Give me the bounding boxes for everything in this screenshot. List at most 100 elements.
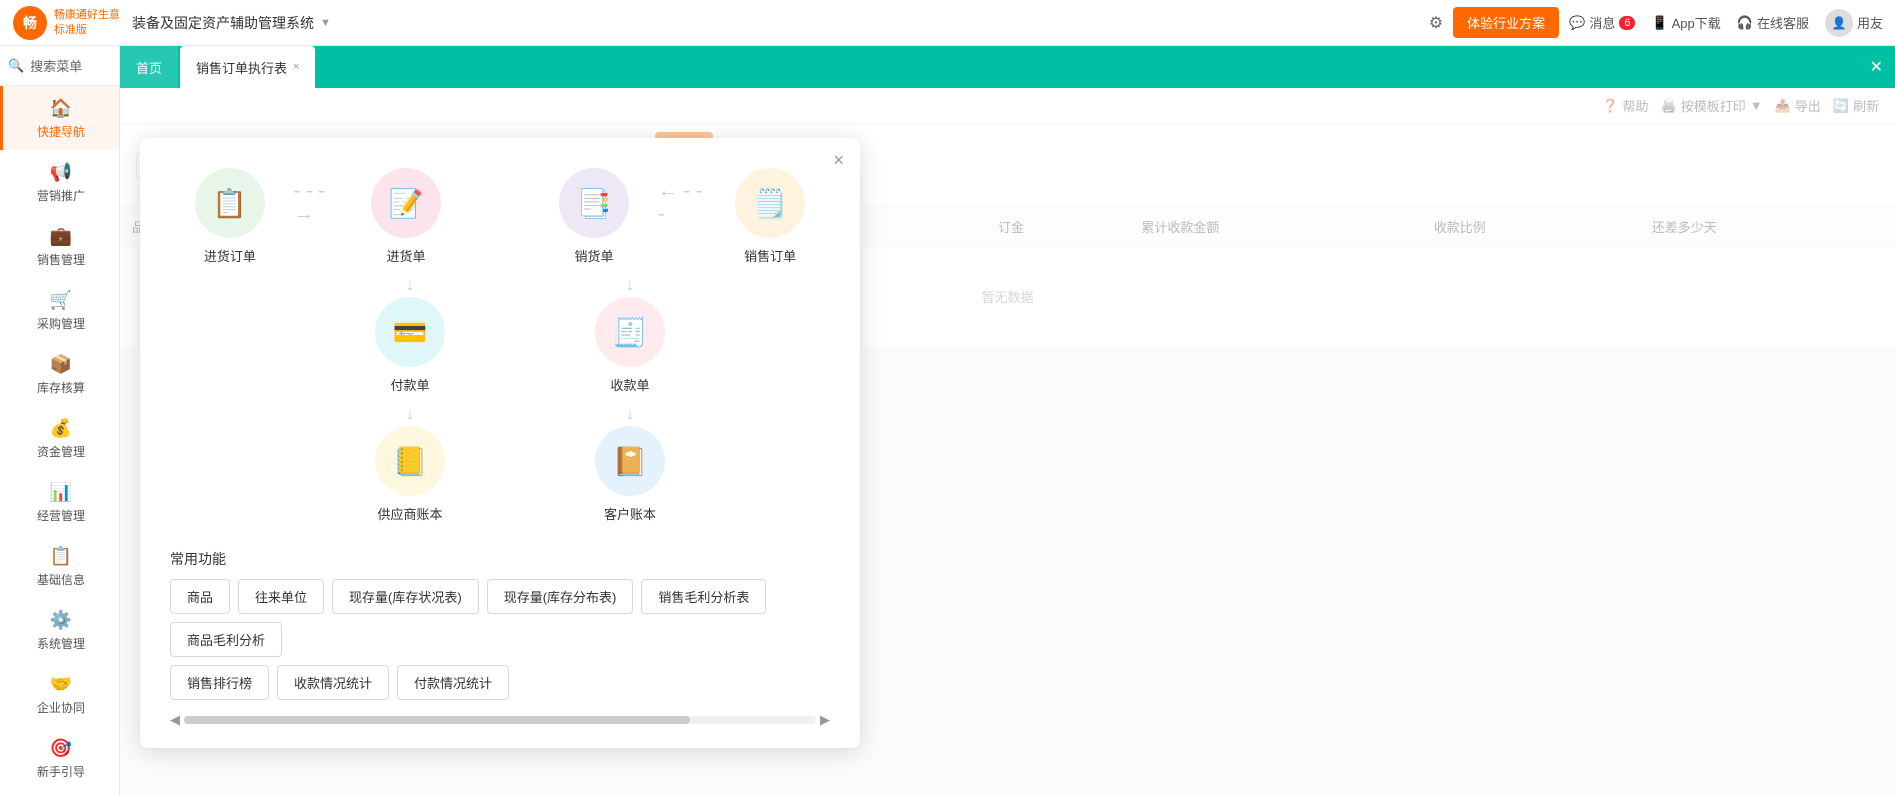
home-icon: 🏠 <box>50 98 72 119</box>
marketing-icon: 📢 <box>50 162 72 183</box>
arrow-down-payment: ↓ <box>340 277 480 295</box>
close-window-icon[interactable]: ✕ <box>1870 57 1883 77</box>
sidebar-item-sales[interactable]: 💼 销售管理 <box>0 214 119 278</box>
tab-home[interactable]: 首页 <box>120 46 178 88</box>
func-btn-product-profit[interactable]: 商品毛利分析 <box>170 622 282 657</box>
app-download-button[interactable]: 📱 App下载 <box>1651 13 1720 32</box>
receipt-label: 收款单 <box>610 375 649 394</box>
receipt-icon: 🧾 <box>613 316 648 349</box>
sidebar-item-inventory[interactable]: 📦 库存核算 <box>0 342 119 406</box>
arrow-down-row-2: ↓ ↓ <box>170 404 830 426</box>
sale-bill-icon: 📑 <box>577 187 612 220</box>
scrollbar-thumb <box>184 716 690 724</box>
payment-circle: 💳 <box>375 297 445 367</box>
arrow-down-customer: ↓ <box>560 406 700 424</box>
trial-button[interactable]: 体验行业方案 <box>1453 7 1559 38</box>
flow-node-sale-order[interactable]: 🗒️ 销售订单 <box>710 168 830 265</box>
enterprise-icon: 🤝 <box>50 674 72 695</box>
scroll-left-icon[interactable]: ◀ <box>170 712 180 728</box>
customer-ledger-circle: 📔 <box>595 426 665 496</box>
flow-node-supplier-ledger[interactable]: 📒 供应商账本 <box>340 426 480 523</box>
flow-row-2: 💳 付款单 🧾 收款单 <box>170 297 830 394</box>
func-btn-stock-dist[interactable]: 现存量(库存分布表) <box>487 579 634 614</box>
user-menu[interactable]: 👤 用友 <box>1825 9 1883 37</box>
flow-row-3: 📒 供应商账本 📔 客户账本 <box>170 426 830 523</box>
arrow-h-2: ← - - - <box>658 180 706 254</box>
flow-node-purchase-bill[interactable]: 📝 进货单 <box>346 168 466 265</box>
purchase-bill-label: 进货单 <box>386 246 425 265</box>
purchase-icon: 🛒 <box>50 290 72 311</box>
page-content: ❓ 帮助 🖨️ 按模板打印 ▼ 📤 导出 � <box>120 88 1895 795</box>
flow-node-customer-ledger[interactable]: 📔 客户账本 <box>560 426 700 523</box>
common-functions: 常用功能 商品 往来单位 现存量(库存状况表) 现存量(库存分布表) 销售毛利分… <box>170 549 830 700</box>
tab-bar: 首页 销售订单执行表 × ✕ <box>120 46 1895 88</box>
func-btn-payment-stats[interactable]: 付款情况统计 <box>397 665 509 700</box>
purchase-bill-icon: 📝 <box>389 187 424 220</box>
top-right-actions: 💬 消息 6 📱 App下载 🎧 在线客服 👤 用友 <box>1569 9 1883 37</box>
sidebar-item-finance[interactable]: 💰 资金管理 <box>0 406 119 470</box>
sidebar-search[interactable]: 🔍 搜索菜单 <box>0 46 119 86</box>
flow-node-receipt[interactable]: 🧾 收款单 <box>560 297 700 394</box>
online-service-button[interactable]: 🎧 在线客服 <box>1737 13 1809 32</box>
logo-area: 畅 畅康通好生意 标准版 <box>12 5 122 41</box>
customer-ledger-label: 客户账本 <box>604 504 656 523</box>
receipt-circle: 🧾 <box>595 297 665 367</box>
sidebar-item-system[interactable]: ⚙️ 系统管理 <box>0 598 119 662</box>
func-buttons-row1: 商品 往来单位 现存量(库存状况表) 现存量(库存分布表) 销售毛利分析表 商品… <box>170 579 830 657</box>
purchase-order-label: 进货订单 <box>204 246 256 265</box>
sidebar-item-newbie[interactable]: 🎯 新手引导 <box>0 726 119 790</box>
flow-node-purchase-order[interactable]: 📋 进货订单 <box>170 168 290 265</box>
sidebar-item-quick-nav[interactable]: 🏠 快捷导航 <box>0 86 119 150</box>
finance-icon: 💰 <box>50 418 72 439</box>
func-btn-sales-profit[interactable]: 销售毛利分析表 <box>641 579 766 614</box>
flow-node-payment[interactable]: 💳 付款单 <box>340 297 480 394</box>
scroll-right-icon[interactable]: ▶ <box>820 712 830 728</box>
operations-icon: 📊 <box>50 482 72 503</box>
func-btn-receipt-stats[interactable]: 收款情况统计 <box>277 665 389 700</box>
top-bar: 畅 畅康通好生意 标准版 装备及固定资产辅助管理系统 ▼ ⚙ 体验行业方案 💬 … <box>0 0 1895 46</box>
search-icon: 🔍 <box>8 58 24 74</box>
content-area: 首页 销售订单执行表 × ✕ ❓ 帮助 <box>120 46 1895 795</box>
sidebar-item-purchase[interactable]: 🛒 采购管理 <box>0 278 119 342</box>
sidebar-item-basic-info[interactable]: 📋 基础信息 <box>0 534 119 598</box>
func-btn-partner[interactable]: 往来单位 <box>238 579 324 614</box>
arrow-h-1: - - - → <box>294 180 342 254</box>
settings-icon[interactable]: ⚙ <box>1429 13 1443 33</box>
func-btn-sales-rank[interactable]: 销售排行榜 <box>170 665 269 700</box>
purchase-bill-circle: 📝 <box>371 168 441 238</box>
modal-overlay: × 📋 进货订单 - - - → <box>120 88 1895 795</box>
sale-order-icon: 🗒️ <box>753 187 788 220</box>
newbie-icon: 🎯 <box>50 738 72 759</box>
supplier-ledger-label: 供应商账本 <box>377 504 442 523</box>
flow-node-sale-bill[interactable]: 📑 销货单 <box>534 168 654 265</box>
func-buttons-row2: 销售排行榜 收款情况统计 付款情况统计 <box>170 665 830 700</box>
modal-close-button[interactable]: × <box>833 150 844 171</box>
message-button[interactable]: 💬 消息 6 <box>1569 13 1635 32</box>
sidebar: 🔍 搜索菜单 🏠 快捷导航 📢 营销推广 💼 销售管理 🛒 采购管理 📦 <box>0 46 120 795</box>
logo-icon: 畅 <box>12 5 48 41</box>
phone-icon: 📱 <box>1651 15 1667 31</box>
purchase-order-circle: 📋 <box>195 168 265 238</box>
scrollbar-track[interactable] <box>184 716 816 724</box>
tab-close-icon[interactable]: × <box>293 61 299 73</box>
sidebar-item-operations[interactable]: 📊 经营管理 <box>0 470 119 534</box>
func-btn-product[interactable]: 商品 <box>170 579 230 614</box>
supplier-ledger-icon: 📒 <box>393 445 428 478</box>
flow-row-1: 📋 进货订单 - - - → 📝 进货单 <box>170 168 830 265</box>
sale-bill-circle: 📑 <box>559 168 629 238</box>
sidebar-item-enterprise[interactable]: 🤝 企业协同 <box>0 662 119 726</box>
purchase-order-icon: 📋 <box>212 187 247 220</box>
sidebar-item-marketing[interactable]: 📢 营销推广 <box>0 150 119 214</box>
common-func-title: 常用功能 <box>170 549 830 569</box>
func-btn-stock-status[interactable]: 现存量(库存状况表) <box>332 579 479 614</box>
sales-icon: 💼 <box>50 226 72 247</box>
sale-order-circle: 🗒️ <box>735 168 805 238</box>
system-dropdown-icon[interactable]: ▼ <box>320 17 331 29</box>
tab-sales-order[interactable]: 销售订单执行表 × <box>180 46 315 88</box>
payment-label: 付款单 <box>390 375 429 394</box>
message-badge: 6 <box>1619 16 1635 30</box>
arrow-down-row: ↓ ↓ <box>170 275 830 297</box>
sale-bill-label: 销货单 <box>575 246 614 265</box>
svg-text:畅: 畅 <box>23 15 37 31</box>
system-title-text: 装备及固定资产辅助管理系统 <box>132 13 314 33</box>
